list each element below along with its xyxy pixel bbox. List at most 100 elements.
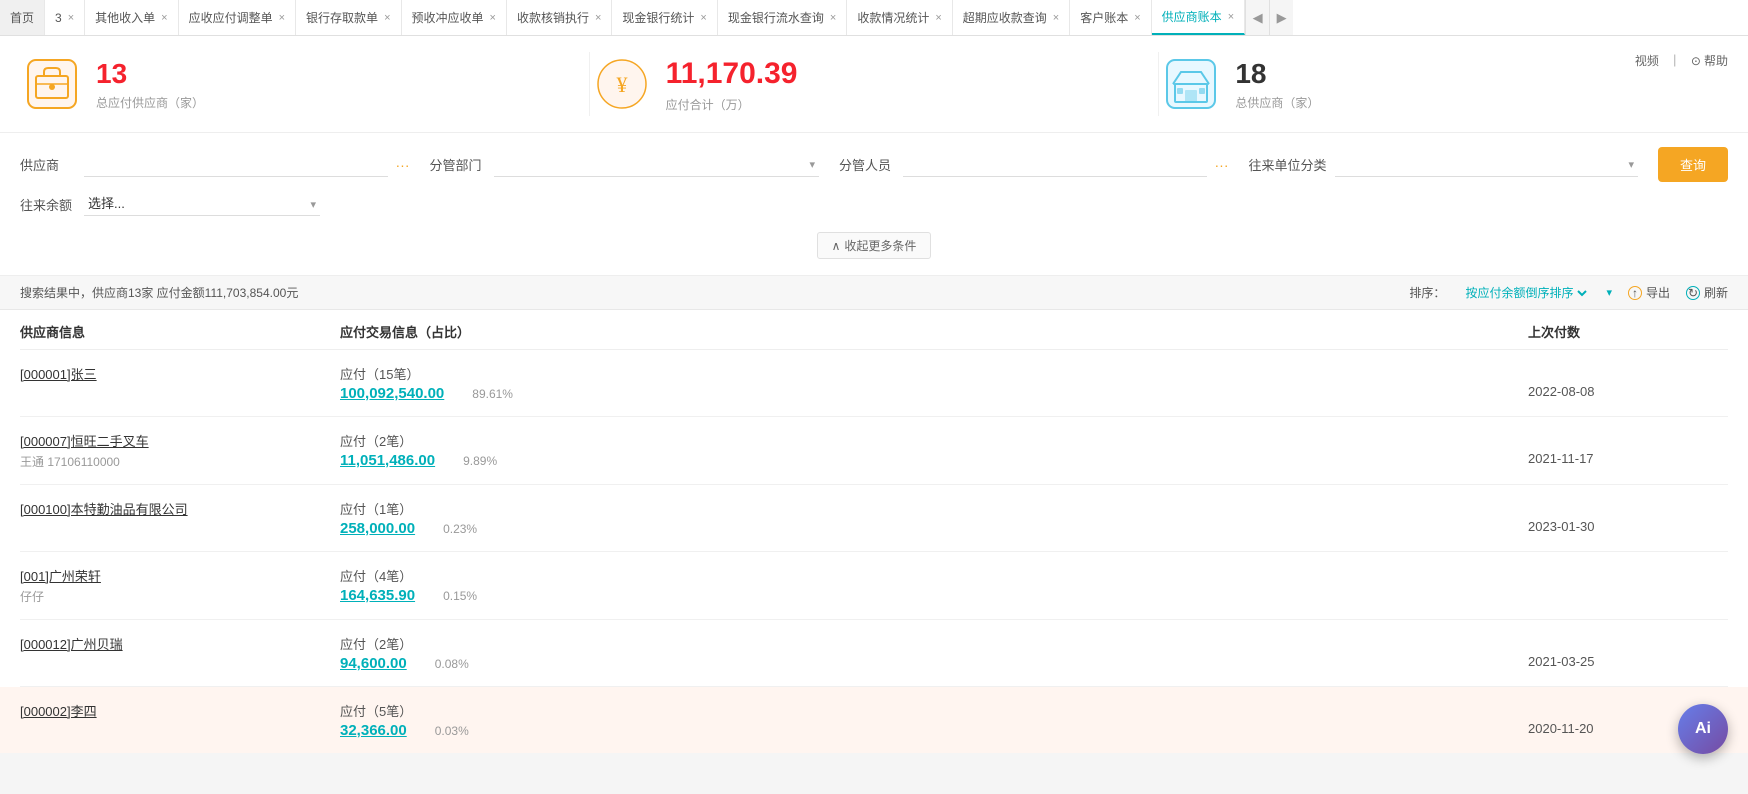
table-cell-supplier-2: [000007]恒旺二手叉车 王通 17106110000 — [20, 431, 340, 470]
ai-button[interactable]: Ai — [1678, 704, 1728, 754]
export-icon: ↑ — [1628, 286, 1642, 300]
table-row: [000100]本特勤油品有限公司 应付（1笔） 258,000.00 0.23… — [20, 485, 1728, 552]
nav-tab-supplier-account-label: 供应商账本 — [1162, 8, 1222, 25]
filter-label-dept: 分管部门 — [430, 155, 486, 174]
supplier-link-1[interactable]: [000001]张三 — [20, 364, 340, 383]
filter-select-balance-wrap: 选择... ▾ — [84, 192, 320, 216]
table-row-content-2: [000007]恒旺二手叉车 王通 17106110000 应付（2笔） 11,… — [20, 431, 1728, 470]
nav-tab-payable-adj-close[interactable]: × — [279, 12, 285, 24]
payable-pct-5: 0.08% — [435, 657, 469, 671]
table-cell-lastpay-3: 2023-01-30 — [1528, 499, 1728, 534]
payable-row-3: 258,000.00 0.23% — [340, 518, 1528, 537]
table-cell-lastpay-5: 2021-03-25 — [1528, 634, 1728, 669]
nav-tab-home[interactable]: 首页 — [0, 0, 45, 35]
nav-tab-bank-deposit-close[interactable]: × — [384, 12, 390, 24]
table-cell-payable-1: 应付（15笔） 100,092,540.00 89.61% — [340, 364, 1528, 402]
nav-tab-overdue-collect[interactable]: 超期应收款查询 × — [953, 0, 1070, 35]
filter-dots-person[interactable]: ··· — [1215, 157, 1229, 173]
refresh-button[interactable]: ↻ 刷新 — [1686, 284, 1728, 301]
nav-tab-cash-bank-stat-close[interactable]: × — [700, 12, 706, 24]
filter-select-category[interactable] — [1335, 153, 1638, 177]
nav-arrow-right[interactable]: ▶ — [1269, 0, 1293, 35]
payable-row-2: 11,051,486.00 9.89% — [340, 450, 1528, 469]
table-header: 供应商信息 应付交易信息（占比） 上次付数 — [20, 310, 1728, 350]
nav-tab-collect-stat-close[interactable]: × — [935, 12, 941, 24]
nav-tab-supplier-account[interactable]: 供应商账本 × — [1152, 0, 1245, 35]
supplier-link-3[interactable]: [000100]本特勤油品有限公司 — [20, 499, 340, 518]
table-cell-payable-5: 应付（2笔） 94,600.00 0.08% — [340, 634, 1528, 672]
table-cell-supplier-4: [001]广州荣轩 仔仔 — [20, 566, 340, 605]
filter-row-2: 往来余额 选择... ▾ — [20, 192, 320, 216]
nav-tab-collect-exec[interactable]: 收款核销执行 × — [507, 0, 612, 35]
nav-tab-customer-account-close[interactable]: × — [1134, 12, 1140, 24]
video-link[interactable]: 视频 — [1635, 52, 1659, 69]
payable-info-3: 应付（1笔） 258,000.00 0.23% — [340, 499, 1528, 537]
filter-item-person: 分管人员 ··· — [839, 153, 1229, 177]
nav-tab-bank-deposit[interactable]: 银行存取款单 × — [296, 0, 401, 35]
table-row-content-5: [000012]广州贝瑞 应付（2笔） 94,600.00 0.08% 2021… — [20, 634, 1728, 672]
nav-tab-cash-bank-flow[interactable]: 现金银行流水查询 × — [718, 0, 847, 35]
table-cell-payable-4: 应付（4笔） 164,635.90 0.15% — [340, 566, 1528, 604]
filter-select-balance[interactable]: 选择... — [84, 192, 320, 216]
stats-bar: 13 总应付供应商（家） ¥ 11,170.39 应付合计（万） — [0, 36, 1748, 133]
supplier-link-6[interactable]: [000002]李四 — [20, 701, 340, 720]
result-bar-right: 排序： 按应付余额倒序排序 ▾ ↑ 导出 ↻ 刷新 — [1409, 284, 1728, 301]
payable-amount-1[interactable]: 100,092,540.00 — [340, 385, 444, 402]
refresh-icon: ↻ — [1686, 286, 1700, 300]
nav-tab-payable-adj[interactable]: 应收应付调整单 × — [179, 0, 296, 35]
filter-select-dept-wrap: ▾ — [494, 153, 820, 177]
filter-select-dept[interactable] — [494, 153, 820, 177]
nav-tab-3-close[interactable]: × — [68, 12, 74, 24]
table-cell-supplier-3: [000100]本特勤油品有限公司 — [20, 499, 340, 518]
table-row: [000001]张三 应付（15笔） 100,092,540.00 89.61%… — [20, 350, 1728, 417]
table-row: [000007]恒旺二手叉车 王通 17106110000 应付（2笔） 11,… — [20, 417, 1728, 485]
nav-tab-overdue-collect-close[interactable]: × — [1053, 12, 1059, 24]
filter-label-balance: 往来余额 — [20, 195, 76, 214]
stat-icon-supplier — [20, 52, 84, 116]
nav-tab-collect-stat[interactable]: 收款情况统计 × — [847, 0, 952, 35]
filter-item-dept: 分管部门 ▾ — [430, 153, 820, 177]
sort-select[interactable]: 按应付余额倒序排序 — [1461, 285, 1590, 301]
nav-tab-cash-bank-stat[interactable]: 现金银行统计 × — [612, 0, 717, 35]
payable-amount-6[interactable]: 32,366.00 — [340, 722, 407, 739]
nav-tab-customer-account[interactable]: 客户账本 × — [1070, 0, 1151, 35]
svg-text:¥: ¥ — [616, 72, 627, 97]
supplier-link-4[interactable]: [001]广州荣轩 — [20, 566, 340, 585]
payable-row-1: 100,092,540.00 89.61% — [340, 383, 1528, 402]
payable-amount-3[interactable]: 258,000.00 — [340, 520, 415, 537]
table-col-header-lastpay: 上次付数 — [1528, 322, 1728, 341]
query-button[interactable]: 查询 — [1658, 147, 1728, 182]
nav-tab-collect-stat-label: 收款情况统计 — [857, 9, 929, 26]
table-cell-lastpay-4 — [1528, 566, 1728, 586]
nav-arrow-left[interactable]: ◀ — [1245, 0, 1269, 35]
payable-label-6: 应付（5笔） — [340, 701, 1528, 720]
collapse-button[interactable]: ∧ 收起更多条件 — [817, 232, 932, 259]
nav-tab-collect-exec-close[interactable]: × — [595, 12, 601, 24]
nav-tab-advance-collect-close[interactable]: × — [490, 12, 496, 24]
nav-tab-other-income[interactable]: 其他收入单 × — [85, 0, 178, 35]
payable-amount-5[interactable]: 94,600.00 — [340, 655, 407, 672]
supplier-link-2[interactable]: [000007]恒旺二手叉车 — [20, 431, 340, 450]
supplier-link-5[interactable]: [000012]广州贝瑞 — [20, 634, 340, 653]
nav-tab-advance-collect[interactable]: 预收冲应收单 × — [402, 0, 507, 35]
filter-input-person[interactable] — [903, 153, 1207, 177]
nav-tab-cash-bank-stat-label: 现金银行统计 — [622, 9, 694, 26]
help-link[interactable]: ⊙ 帮助 — [1691, 52, 1728, 69]
nav-tab-other-income-close[interactable]: × — [161, 12, 167, 24]
payable-amount-2[interactable]: 11,051,486.00 — [340, 452, 435, 469]
table-row: [001]广州荣轩 仔仔 应付（4笔） 164,635.90 0.15% — [20, 552, 1728, 620]
supplier-sub-2: 王通 17106110000 — [20, 453, 340, 470]
filter-item-supplier: 供应商 ··· — [20, 153, 410, 177]
filter-input-supplier[interactable] — [84, 153, 388, 177]
nav-tab-supplier-account-close[interactable]: × — [1228, 11, 1234, 23]
filter-dots-supplier[interactable]: ··· — [396, 157, 410, 173]
stat-text-payable-total: 11,170.39 应付合计（万） — [666, 56, 798, 113]
supplier-sub-4: 仔仔 — [20, 588, 340, 605]
result-bar: 搜索结果中，供应商13家 应付金额111,703,854.00元 排序： 按应付… — [0, 276, 1748, 310]
table-cell-payable-6: 应付（5笔） 32,366.00 0.03% — [340, 701, 1528, 739]
nav-tab-cash-bank-flow-close[interactable]: × — [830, 12, 836, 24]
payable-amount-4[interactable]: 164,635.90 — [340, 587, 415, 604]
table-row-content-6: [000002]李四 应付（5笔） 32,366.00 0.03% 2020-1… — [20, 701, 1728, 739]
nav-tab-3[interactable]: 3 × — [45, 0, 85, 35]
export-button[interactable]: ↑ 导出 — [1628, 284, 1670, 301]
